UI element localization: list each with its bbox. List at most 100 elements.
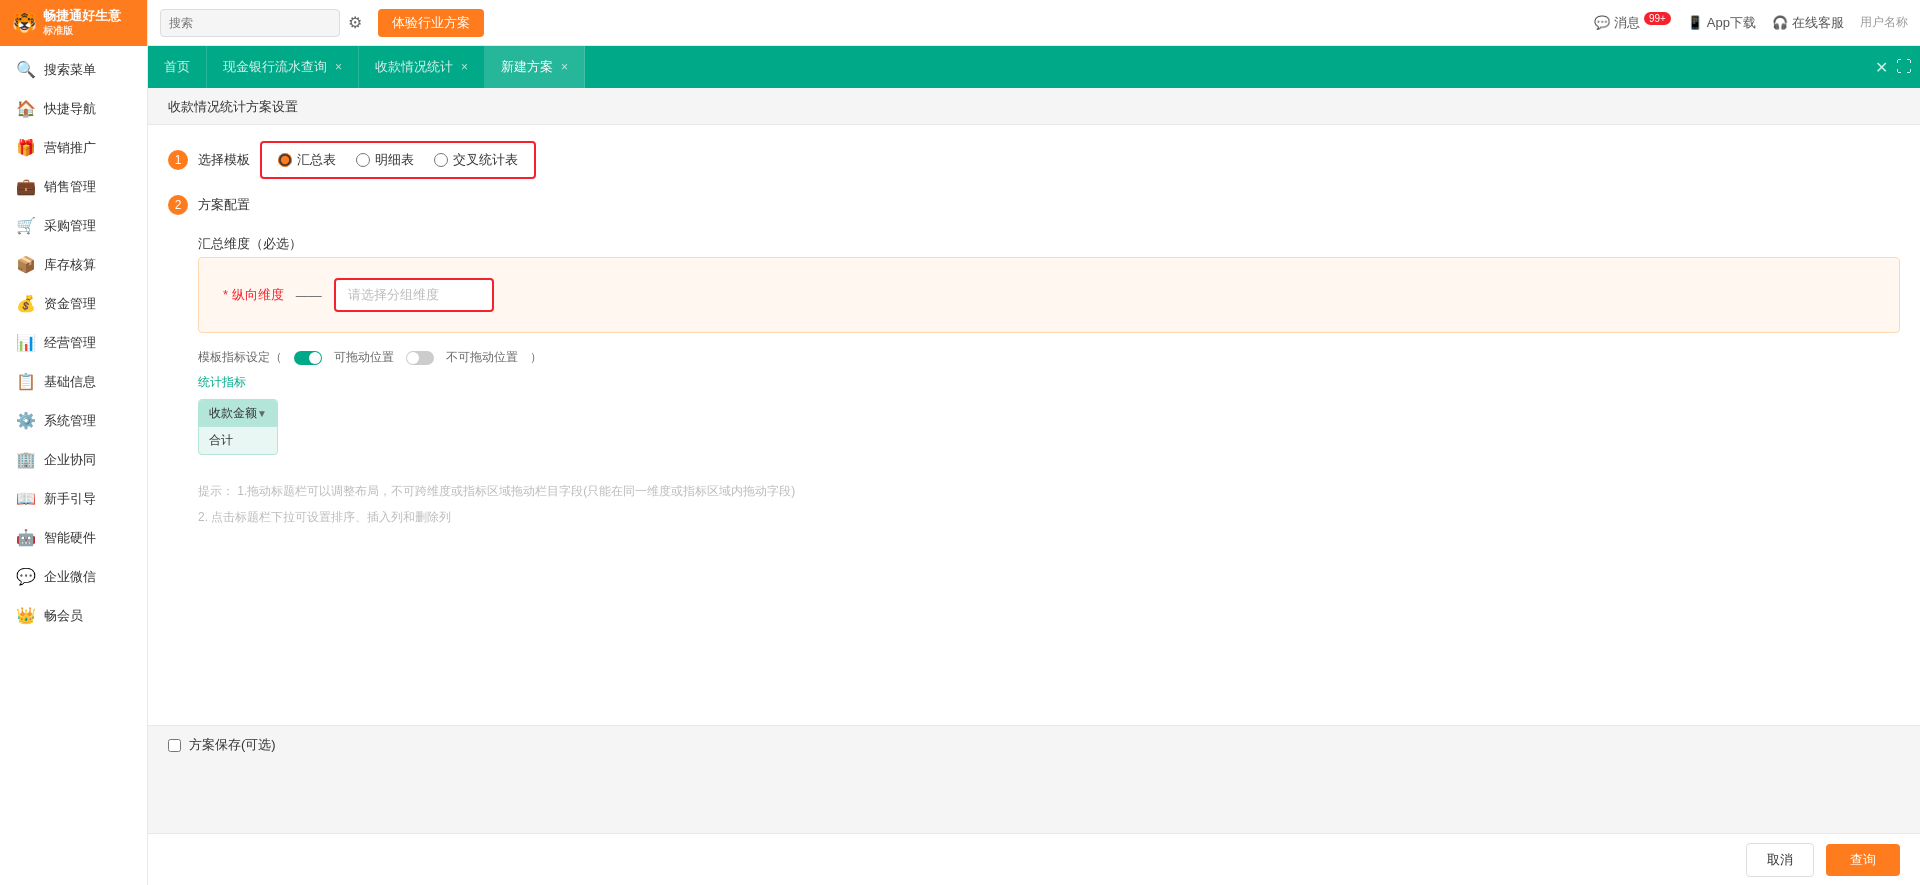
tab-home[interactable]: 首页 xyxy=(148,46,207,88)
tab-collection-stats-label: 收款情况统计 xyxy=(375,58,453,76)
bottom-bar: 取消 查询 xyxy=(148,833,1920,885)
topbar-left: ⚙ xyxy=(160,9,362,37)
sidebar-item-quick-nav[interactable]: 🏠 快捷导航 xyxy=(0,89,147,128)
step2-section: 2 方案配置 汇总维度（必选） * 纵向维度 —— 请选择分组维度 xyxy=(168,195,1900,529)
sidebar-item-label: 营销推广 xyxy=(44,139,96,157)
metric-card-body: 合计 xyxy=(199,427,277,454)
tab-expand-icon[interactable]: ⛶ xyxy=(1896,58,1912,76)
cancel-button[interactable]: 取消 xyxy=(1746,843,1814,877)
logo-edition: 标准版 xyxy=(43,24,121,38)
draggable-toggle[interactable] xyxy=(294,351,322,365)
sidebar-item-label: 库存核算 xyxy=(44,256,96,274)
metric-card-header[interactable]: 收款金额 ▼ xyxy=(199,400,277,427)
hint1: 提示： 1.拖动标题栏可以调整布局，不可跨维度或指标区域拖动栏目字段(只能在同一… xyxy=(198,479,1900,503)
non-draggable-toggle[interactable] xyxy=(406,351,434,365)
footer-area: 方案保存(可选) xyxy=(148,725,1920,764)
logo-text: 畅捷通好生意 xyxy=(43,8,121,24)
tab-collection-stats-close[interactable]: × xyxy=(461,60,468,74)
metrics-section: 统计指标 收款金额 ▼ 合计 xyxy=(198,374,1900,455)
radio-cross[interactable]: 交叉统计表 xyxy=(434,151,518,169)
wechat-icon: 💬 xyxy=(16,567,36,586)
search-input[interactable] xyxy=(160,9,340,37)
sidebar-item-label: 智能硬件 xyxy=(44,529,96,547)
radio-summary-input[interactable] xyxy=(278,153,292,167)
sidebar-item-member[interactable]: 👑 畅会员 xyxy=(0,596,147,635)
app-download-item[interactable]: 📱 App下载 xyxy=(1687,14,1756,32)
form-section: 1 选择模板 汇总表 明细表 交叉统计表 xyxy=(148,125,1920,725)
template-box: 汇总表 明细表 交叉统计表 xyxy=(260,141,536,179)
tab-new-plan-close[interactable]: × xyxy=(561,60,568,74)
sidebar-item-label: 快捷导航 xyxy=(44,100,96,118)
metric-dropdown-icon[interactable]: ▼ xyxy=(257,408,267,419)
save-plan-label: 方案保存(可选) xyxy=(189,736,276,754)
tab-home-label: 首页 xyxy=(164,58,190,76)
tab-new-plan[interactable]: 新建方案 × xyxy=(485,46,585,88)
tab-bank-flow-close[interactable]: × xyxy=(335,60,342,74)
sidebar-item-operations[interactable]: 📊 经营管理 xyxy=(0,323,147,362)
sidebar-item-enterprise[interactable]: 🏢 企业协同 xyxy=(0,440,147,479)
online-service-label: 在线客服 xyxy=(1792,14,1844,32)
sidebar-item-label: 企业微信 xyxy=(44,568,96,586)
search-menu-icon: 🔍 xyxy=(16,60,36,79)
step1-badge: 1 xyxy=(168,150,188,170)
step1-label: 选择模板 xyxy=(198,151,250,169)
toggle-knob xyxy=(309,352,321,364)
sidebar-item-label: 基础信息 xyxy=(44,373,96,391)
sidebar-item-label: 采购管理 xyxy=(44,217,96,235)
notification-icon: 💬 xyxy=(1594,15,1610,30)
tab-collection-stats[interactable]: 收款情况统计 × xyxy=(359,46,485,88)
tab-close-all-icon[interactable]: ✕ xyxy=(1875,58,1888,77)
inventory-icon: 📦 xyxy=(16,255,36,274)
metrics-setting-label: 模板指标设定（ xyxy=(198,349,282,366)
step1-row: 1 选择模板 汇总表 明细表 交叉统计表 xyxy=(168,141,1900,179)
dimension-select[interactable]: 请选择分组维度 xyxy=(334,278,494,312)
sidebar-item-sales[interactable]: 💼 销售管理 xyxy=(0,167,147,206)
sidebar-menu: 🔍 搜索菜单 🏠 快捷导航 🎁 营销推广 💼 销售管理 🛒 采购管理 📦 库存核… xyxy=(0,46,147,885)
sidebar-item-system[interactable]: ⚙️ 系统管理 xyxy=(0,401,147,440)
radio-summary[interactable]: 汇总表 xyxy=(278,151,336,169)
sidebar-item-label: 搜索菜单 xyxy=(44,61,96,79)
finance-icon: 💰 xyxy=(16,294,36,313)
system-icon: ⚙️ xyxy=(16,411,36,430)
guide-icon: 📖 xyxy=(16,489,36,508)
sidebar-item-label: 新手引导 xyxy=(44,490,96,508)
notification-item[interactable]: 💬 消息 99+ xyxy=(1594,14,1671,32)
notification-label: 消息 xyxy=(1614,14,1640,32)
metric-sub-label: 合计 xyxy=(209,433,233,447)
online-service-item[interactable]: 🎧 在线客服 xyxy=(1772,14,1844,32)
tab-bank-flow[interactable]: 现金银行流水查询 × xyxy=(207,46,359,88)
radio-summary-label: 汇总表 xyxy=(297,151,336,169)
dimension-placeholder-text: 请选择分组维度 xyxy=(348,287,439,302)
gear-icon[interactable]: ⚙ xyxy=(348,13,362,32)
sidebar-item-inventory[interactable]: 📦 库存核算 xyxy=(0,245,147,284)
radio-detail[interactable]: 明细表 xyxy=(356,151,414,169)
sidebar-item-smart-hw[interactable]: 🤖 智能硬件 xyxy=(0,518,147,557)
sidebar-item-purchase[interactable]: 🛒 采购管理 xyxy=(0,206,147,245)
notification-badge: 99+ xyxy=(1644,12,1671,25)
marketing-icon: 🎁 xyxy=(16,138,36,157)
step2-row: 2 方案配置 xyxy=(168,195,1900,215)
sidebar-item-wechat[interactable]: 💬 企业微信 xyxy=(0,557,147,596)
metric-card-collection: 收款金额 ▼ 合计 xyxy=(198,399,278,455)
app-download-label: App下载 xyxy=(1707,14,1756,32)
query-button[interactable]: 查询 xyxy=(1826,844,1900,876)
sidebar-item-finance[interactable]: 💰 资金管理 xyxy=(0,284,147,323)
sidebar: 🐯 畅捷通好生意 标准版 🔍 搜索菜单 🏠 快捷导航 🎁 营销推广 💼 销售管理… xyxy=(0,0,148,885)
radio-detail-input[interactable] xyxy=(356,153,370,167)
tab-new-plan-label: 新建方案 xyxy=(501,58,553,76)
topbar: ⚙ 体验行业方案 💬 消息 99+ 📱 App下载 🎧 在线客服 用户名称 xyxy=(148,0,1920,46)
smart-hw-icon: 🤖 xyxy=(16,528,36,547)
summary-dimension-label: 汇总维度（必选） xyxy=(198,231,1900,257)
sidebar-item-label: 资金管理 xyxy=(44,295,96,313)
trial-button[interactable]: 体验行业方案 xyxy=(378,9,484,37)
tab-bank-flow-label: 现金银行流水查询 xyxy=(223,58,327,76)
sidebar-item-basic-info[interactable]: 📋 基础信息 xyxy=(0,362,147,401)
sidebar-item-guide[interactable]: 📖 新手引导 xyxy=(0,479,147,518)
radio-cross-input[interactable] xyxy=(434,153,448,167)
radio-cross-label: 交叉统计表 xyxy=(453,151,518,169)
dimension-arrow: —— xyxy=(296,288,322,303)
sidebar-item-marketing[interactable]: 🎁 营销推广 xyxy=(0,128,147,167)
save-plan-checkbox[interactable] xyxy=(168,739,181,752)
sidebar-item-search-menu[interactable]: 🔍 搜索菜单 xyxy=(0,50,147,89)
quick-nav-icon: 🏠 xyxy=(16,99,36,118)
